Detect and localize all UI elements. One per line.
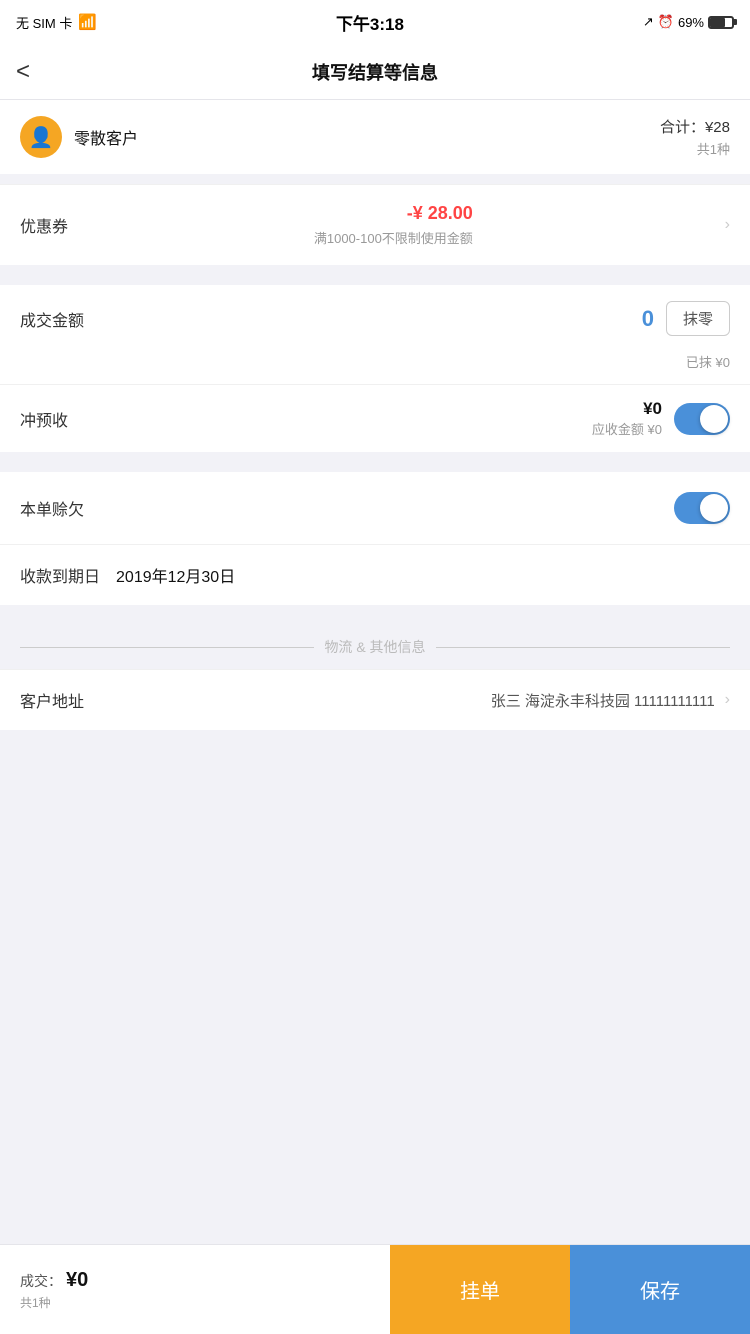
bottom-bar: 成交： ¥0 共1种 挂单 保存 [0, 1244, 750, 1334]
bottom-left: 成交： ¥0 共1种 [0, 1269, 390, 1311]
customer-total-info: 合计：¥28 共1种 [660, 116, 730, 158]
divider-1 [0, 275, 750, 285]
customer-total: 合计：¥28 [660, 116, 730, 137]
deal-value: 0 [642, 306, 654, 332]
charge-amount-sub: 应收金额 ¥0 [592, 419, 662, 438]
deal-right: 0 抹零 [642, 301, 730, 336]
status-bar: 无 SIM 卡 📶 下午3:18 ↗ ⏰ 69% [0, 0, 750, 44]
deal-sub: 已抹 ¥0 [686, 355, 730, 370]
address-value: 张三 海淀永丰科技园 11111111111 [491, 690, 715, 711]
divider-2 [0, 462, 750, 472]
bottom-deal-count: 共1种 [20, 1294, 370, 1311]
coupon-right: -¥ 28.00 满1000-100不限制使用金额 [314, 203, 473, 247]
alarm-icon: ⏰ [658, 14, 674, 30]
logistics-line-right [436, 647, 730, 648]
charge-label: 冲预收 [20, 407, 68, 431]
coupon-chevron-icon: › [725, 216, 730, 234]
address-right: 张三 海淀永丰科技园 11111111111 › [491, 690, 730, 711]
debt-section: 本单赊欠 收款到期日 2019年12月30日 [0, 472, 750, 605]
debt-row: 本单赊欠 [0, 472, 750, 544]
logistics-text: 物流 & 其他信息 [324, 637, 425, 657]
back-button[interactable]: < [16, 58, 30, 86]
status-right: ↗ ⏰ 69% [643, 14, 734, 30]
battery-percent: 69% [678, 15, 704, 30]
logistics-line-left [20, 647, 314, 648]
deal-amount-row: 成交金额 0 抹零 [0, 285, 750, 352]
due-date-value: 2019年12月30日 [116, 563, 235, 587]
debt-toggle-thumb [700, 494, 728, 522]
sim-status: 无 SIM 卡 [16, 13, 72, 32]
customer-info: 👤 零散客户 [20, 116, 138, 158]
wifi-icon: 📶 [78, 13, 97, 31]
coupon-section: 优惠券 -¥ 28.00 满1000-100不限制使用金额 › [0, 184, 750, 265]
nav-bar: < 填写结算等信息 [0, 44, 750, 100]
address-label: 客户地址 [20, 688, 84, 712]
battery-icon [708, 16, 734, 29]
customer-name: 零散客户 [74, 125, 138, 149]
bottom-deal-amount: ¥0 [66, 1269, 88, 1292]
address-chevron-icon: › [725, 691, 730, 709]
address-row[interactable]: 客户地址 张三 海淀永丰科技园 11111111111 › [0, 669, 750, 730]
debt-label: 本单赊欠 [20, 496, 84, 520]
deal-section: 成交金额 0 抹零 已抹 ¥0 冲预收 ¥0 应收金额 ¥0 [0, 285, 750, 452]
customer-row: 👤 零散客户 合计：¥28 共1种 [0, 100, 750, 174]
customer-section: 👤 零散客户 合计：¥28 共1种 [0, 100, 750, 174]
charge-amounts: ¥0 应收金额 ¥0 [592, 399, 662, 438]
save-button[interactable]: 保存 [570, 1245, 750, 1334]
toggle-thumb [700, 405, 728, 433]
address-section: 客户地址 张三 海淀永丰科技园 11111111111 › [0, 669, 750, 730]
coupon-desc: 满1000-100不限制使用金额 [314, 228, 473, 247]
status-left: 无 SIM 卡 📶 [16, 13, 97, 32]
customer-avatar: 👤 [20, 116, 62, 158]
deal-sub-row: 已抹 ¥0 [0, 352, 750, 384]
round-button[interactable]: 抹零 [666, 301, 730, 336]
due-date-label: 收款到期日 [20, 563, 100, 587]
bottom-deal-prefix: 成交： [20, 1271, 62, 1291]
logistics-header: 物流 & 其他信息 [0, 625, 750, 669]
charge-row: 冲预收 ¥0 应收金额 ¥0 [0, 384, 750, 452]
debt-toggle[interactable] [674, 492, 730, 524]
location-icon: ↗ [643, 14, 654, 30]
status-time: 下午3:18 [336, 10, 404, 35]
charge-amount-main: ¥0 [592, 399, 662, 419]
coupon-label: 优惠券 [20, 213, 68, 237]
charge-toggle[interactable] [674, 403, 730, 435]
deal-label: 成交金额 [20, 307, 84, 331]
hold-button[interactable]: 挂单 [390, 1245, 570, 1334]
divider-3 [0, 615, 750, 625]
customer-count: 共1种 [660, 139, 730, 158]
coupon-amount: -¥ 28.00 [407, 203, 473, 224]
empty-area [0, 740, 750, 940]
bottom-deal-row: 成交： ¥0 [20, 1269, 370, 1292]
due-date-row: 收款到期日 2019年12月30日 [0, 544, 750, 605]
charge-right: ¥0 应收金额 ¥0 [592, 399, 730, 438]
coupon-row[interactable]: 优惠券 -¥ 28.00 满1000-100不限制使用金额 › [0, 184, 750, 265]
content: 👤 零散客户 合计：¥28 共1种 优惠券 -¥ 28.00 满1000-100… [0, 100, 750, 1030]
avatar-icon: 👤 [29, 125, 54, 150]
page-title: 填写结算等信息 [312, 59, 438, 85]
